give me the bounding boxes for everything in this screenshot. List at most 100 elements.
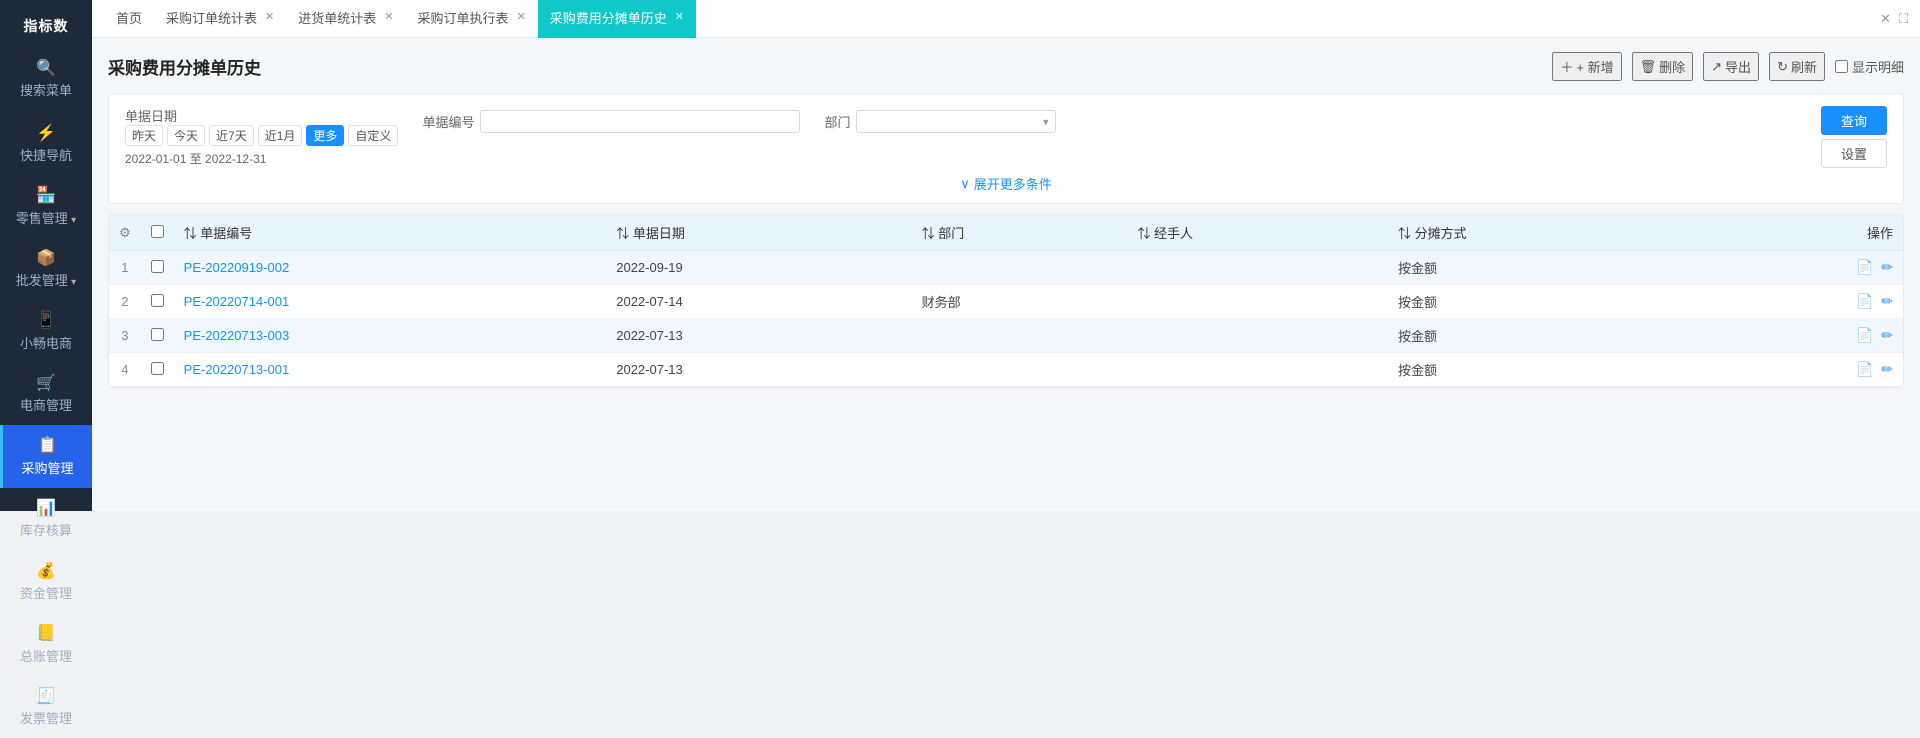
edit-icon[interactable]: ✏ [1881, 327, 1893, 343]
wholesale-icon: 📦 [4, 248, 88, 270]
doc-no-link[interactable]: PE-20220713-001 [184, 362, 290, 377]
row-dept [912, 251, 1128, 285]
row-date: 2022-07-14 [606, 285, 911, 319]
ledger-icon: 📒 [4, 623, 88, 645]
data-table-wrap: ⚙ ⇅ 单据编号 ⇅ 单据日期 ⇅ 部门 [108, 214, 1904, 388]
sidebar-item-ecom[interactable]: 🛒 电商管理 [0, 363, 92, 426]
close-window-icon[interactable]: ✕ [1880, 11, 1891, 27]
date-range-display: 2022-01-01 至 2022-12-31 [125, 150, 398, 167]
close-icon[interactable]: ✕ [517, 12, 526, 23]
sidebar-logo: 指标数 [24, 8, 69, 48]
date-btn-yesterday[interactable]: 昨天 [125, 125, 163, 146]
tab-home[interactable]: 首页 [104, 0, 154, 38]
col-doc-no-label: ⇅ 单据编号 [184, 226, 253, 241]
sidebar-item-ledger[interactable]: 📒 总账管理 [0, 613, 92, 676]
col-handler-label: ⇅ 经手人 [1137, 226, 1193, 241]
col-checkbox [141, 215, 174, 251]
sidebar-item-quick[interactable]: ⚡ 快捷导航 [0, 113, 92, 176]
expand-window-icon[interactable]: ⛶ [1899, 11, 1908, 27]
quick-icon: ⚡ [4, 123, 88, 145]
show-cols-toggle[interactable]: 显示明细 [1835, 57, 1904, 76]
sidebar-item-retail[interactable]: 🏪 零售管理 ▾ [0, 175, 92, 238]
add-label: + 新增 [1576, 57, 1613, 76]
view-icon[interactable]: 📄 [1856, 361, 1873, 377]
show-cols-checkbox[interactable] [1835, 60, 1848, 73]
tab-bar: 首页 采购订单统计表 ✕ 进货单统计表 ✕ 采购订单执行表 ✕ 采购费用分摊单历… [92, 0, 1920, 38]
tab-purchase-exec[interactable]: 采购订单执行表 ✕ [405, 0, 537, 38]
dept-filter-group: 部门 [824, 110, 1056, 133]
row-checkbox[interactable] [151, 362, 164, 375]
sidebar-item-label: 采购管理 [21, 461, 73, 476]
row-ops: 📄 ✏ [1693, 251, 1903, 285]
row-checkbox[interactable] [151, 260, 164, 273]
invoice-icon: 🧾 [4, 686, 88, 708]
date-btn-today[interactable]: 今天 [167, 125, 205, 146]
dept-select-wrap [856, 110, 1056, 133]
sidebar-item-mini[interactable]: 📱 小畅电商 [0, 300, 92, 363]
edit-icon[interactable]: ✏ [1881, 361, 1893, 377]
select-all-checkbox[interactable] [151, 225, 164, 238]
tab-home-label: 首页 [116, 8, 142, 27]
main-content: 首页 采购订单统计表 ✕ 进货单统计表 ✕ 采购订单执行表 ✕ 采购费用分摊单历… [92, 0, 1920, 511]
col-date-label: ⇅ 单据日期 [616, 226, 685, 241]
tab-purchase-split-history[interactable]: 采购费用分摊单历史 ✕ [538, 0, 696, 38]
table-row: 4 PE-20220713-001 2022-07-13 按金额 📄 ✏ [109, 353, 1903, 387]
query-button[interactable]: 查询 [1821, 106, 1887, 135]
refresh-button[interactable]: ↻ 刷新 [1769, 52, 1825, 81]
tab-stock-stats[interactable]: 进货单统计表 ✕ [286, 0, 405, 38]
doc-no-link[interactable]: PE-20220713-003 [184, 328, 290, 343]
mini-icon: 📱 [4, 310, 88, 332]
row-doc-no: PE-20220714-001 [174, 285, 607, 319]
view-icon[interactable]: 📄 [1856, 293, 1873, 309]
filter-row: 单据日期 昨天 今天 近7天 近1月 更多 自定义 2022-01-01 至 2… [125, 106, 1887, 168]
dept-select[interactable] [856, 110, 1056, 133]
delete-button[interactable]: 🗑 删除 [1632, 52, 1694, 81]
sidebar-item-finance[interactable]: 💰 资金管理 [0, 551, 92, 614]
sidebar-item-search[interactable]: 🔍 搜索菜单 [0, 48, 92, 111]
table-header-row: ⚙ ⇅ 单据编号 ⇅ 单据日期 ⇅ 部门 [109, 215, 1903, 251]
edit-icon[interactable]: ✏ [1881, 259, 1893, 275]
refresh-label: 刷新 [1791, 57, 1817, 76]
row-checkbox[interactable] [151, 328, 164, 341]
refresh-icon: ↻ [1777, 59, 1788, 75]
close-icon[interactable]: ✕ [265, 12, 274, 23]
col-doc-no: ⇅ 单据编号 [174, 215, 607, 251]
sidebar-item-label: 快捷导航 [20, 148, 72, 163]
doc-no-input[interactable] [480, 110, 800, 133]
col-settings[interactable]: ⚙ [109, 215, 141, 251]
tab-purchase-order-stats[interactable]: 采购订单统计表 ✕ [154, 0, 286, 38]
add-button[interactable]: ＋ + 新增 [1552, 52, 1621, 81]
show-cols-label: 显示明细 [1852, 57, 1904, 76]
col-split-method-label: ⇅ 分摊方式 [1398, 226, 1467, 241]
date-btn-more[interactable]: 更多 [306, 125, 344, 146]
edit-icon[interactable]: ✏ [1881, 293, 1893, 309]
sidebar-item-wholesale[interactable]: 📦 批发管理 ▾ [0, 238, 92, 301]
expand-more-btn[interactable]: ∨ 展开更多条件 [125, 174, 1887, 193]
date-filter-group: 单据日期 昨天 今天 近7天 近1月 更多 自定义 2022-01-01 至 2… [125, 106, 398, 167]
tab-label: 采购订单统计表 [166, 8, 257, 27]
filter-settings-button[interactable]: 设置 [1821, 139, 1887, 168]
row-date: 2022-07-13 [606, 319, 911, 353]
sidebar-item-inventory[interactable]: 📊 库存核算 [0, 488, 92, 551]
doc-no-link[interactable]: PE-20220714-001 [184, 294, 290, 309]
sidebar-item-label: 零售管理 [16, 211, 68, 226]
date-btn-7days[interactable]: 近7天 [209, 125, 254, 146]
view-icon[interactable]: 📄 [1856, 259, 1873, 275]
export-button[interactable]: ↗ 导出 [1703, 52, 1759, 81]
doc-no-link[interactable]: PE-20220919-002 [184, 260, 290, 275]
date-btns: 昨天 今天 近7天 近1月 更多 自定义 [125, 125, 398, 146]
tab-label: 采购费用分摊单历史 [550, 8, 667, 27]
close-icon[interactable]: ✕ [384, 12, 393, 23]
sidebar-item-label: 库存核算 [20, 523, 72, 538]
row-handler [1127, 285, 1388, 319]
date-btn-custom[interactable]: 自定义 [348, 125, 398, 146]
row-checkbox[interactable] [151, 294, 164, 307]
close-icon[interactable]: ✕ [675, 12, 684, 23]
tab-bar-actions: ✕ ⛶ [1880, 11, 1908, 27]
date-btn-1month[interactable]: 近1月 [258, 125, 303, 146]
sidebar-item-purchase[interactable]: 📋 采购管理 [0, 425, 92, 488]
chevron-down-icon: ▾ [71, 277, 76, 288]
doc-no-label: 单据编号 [422, 112, 474, 131]
view-icon[interactable]: 📄 [1856, 327, 1873, 343]
sidebar-item-invoice[interactable]: 🧾 发票管理 [0, 676, 92, 738]
